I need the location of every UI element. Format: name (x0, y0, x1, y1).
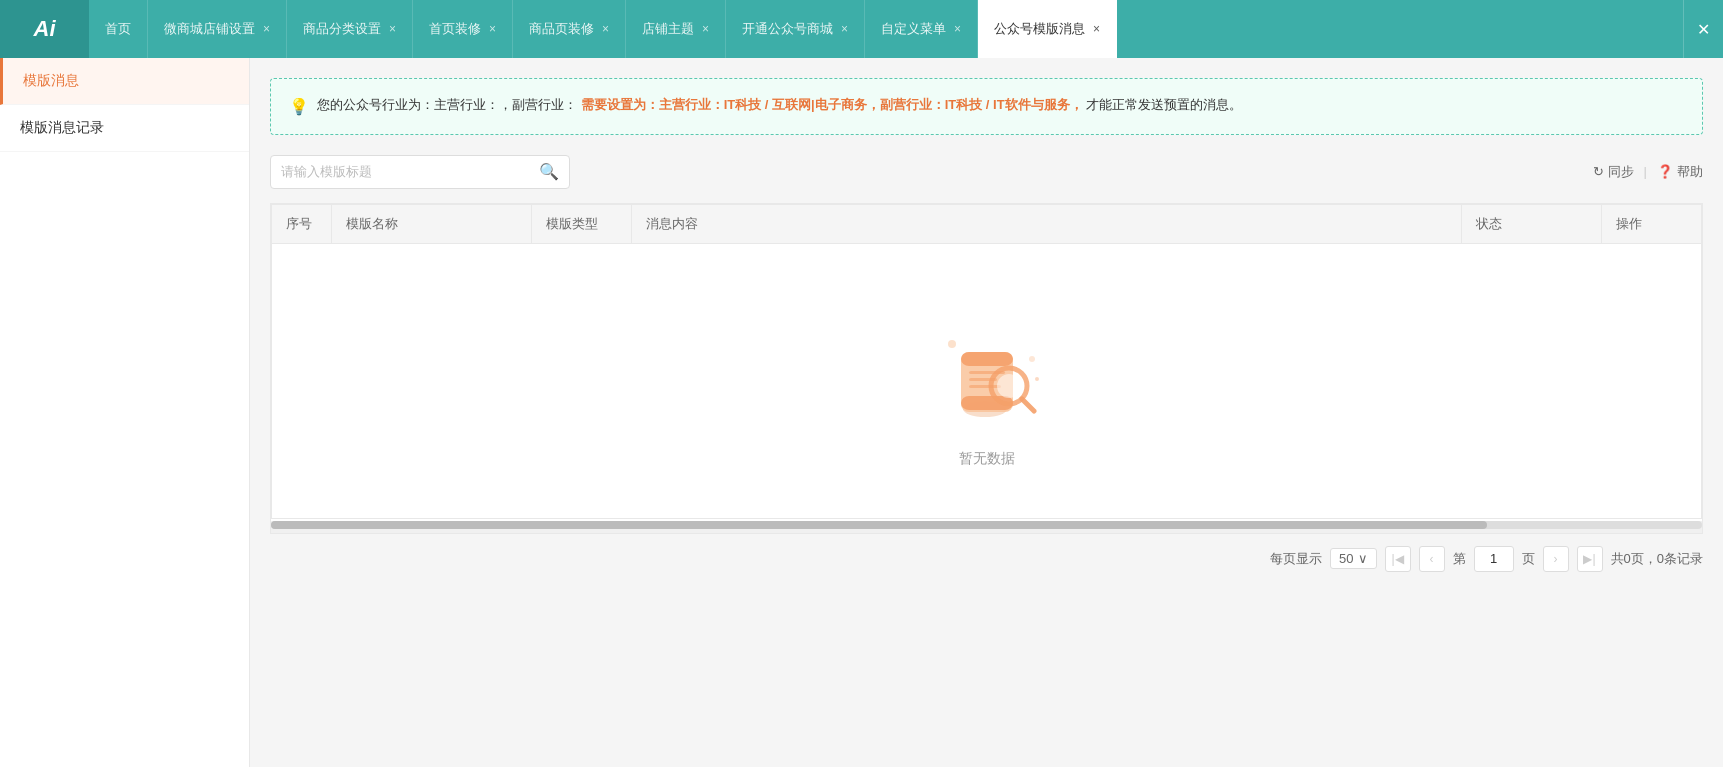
svg-point-11 (1029, 356, 1035, 362)
nav-tab-custom-menu[interactable]: 自定义菜单× (865, 0, 978, 58)
page-size-label: 每页显示 (1270, 550, 1322, 568)
data-table: 序号模版名称模版类型消息内容状态操作 (271, 204, 1702, 519)
toolbar-right: ↻ 同步 | ❓ 帮助 (1593, 163, 1703, 181)
sidebar: 模版消息模版消息记录 (0, 58, 250, 767)
close-tab-icon[interactable]: × (263, 22, 270, 36)
scrollbar-thumb (271, 521, 1487, 529)
svg-rect-2 (961, 352, 1013, 366)
next-page-button[interactable]: › (1543, 546, 1569, 572)
search-button[interactable]: 🔍 (539, 162, 559, 181)
nav-tab-home[interactable]: 首页 (89, 0, 148, 58)
top-nav: Ai 首页微商城店铺设置×商品分类设置×首页装修×商品页装修×店铺主题×开通公众… (0, 0, 1723, 58)
notice-icon: 💡 (289, 94, 309, 120)
toolbar-divider: | (1644, 164, 1647, 179)
nav-tab-micro-shop[interactable]: 微商城店铺设置× (148, 0, 287, 58)
col-header-index: 序号 (272, 204, 332, 243)
nav-tab-store-theme[interactable]: 店铺主题× (626, 0, 726, 58)
nav-tab-template-msg[interactable]: 公众号模版消息× (978, 0, 1117, 58)
svg-point-8 (997, 374, 1021, 398)
help-button[interactable]: ❓ 帮助 (1657, 163, 1703, 181)
notice-banner: 💡 您的公众号行业为：主营行业：，副营行业： 需要设置为：主营行业：IT科技 /… (270, 78, 1703, 135)
content-area: 💡 您的公众号行业为：主营行业：，副营行业： 需要设置为：主营行业：IT科技 /… (250, 58, 1723, 767)
scrollbar-track (271, 521, 1702, 529)
notice-highlight: 需要设置为：主营行业：IT科技 / 互联网|电子商务，副营行业：IT科技 / I… (581, 97, 1083, 112)
svg-rect-6 (969, 385, 1001, 388)
close-tab-icon[interactable]: × (1093, 22, 1100, 36)
close-tab-icon[interactable]: × (702, 22, 709, 36)
svg-point-10 (948, 340, 956, 348)
col-header-action: 操作 (1602, 204, 1702, 243)
table-empty-row: 暂无数据 (272, 243, 1702, 518)
empty-illustration (927, 314, 1047, 434)
col-header-status: 状态 (1462, 204, 1602, 243)
nav-tab-product-decor[interactable]: 商品页装修× (513, 0, 626, 58)
current-page-input[interactable] (1474, 546, 1514, 572)
table-header: 序号模版名称模版类型消息内容状态操作 (272, 204, 1702, 243)
nav-tabs: 首页微商城店铺设置×商品分类设置×首页装修×商品页装修×店铺主题×开通公众号商城… (89, 0, 1683, 58)
col-header-name: 模版名称 (332, 204, 532, 243)
total-label: 共0页，0条记录 (1611, 550, 1703, 568)
help-icon: ❓ (1657, 164, 1673, 179)
close-tab-icon[interactable]: × (489, 22, 496, 36)
app-logo: Ai (0, 0, 89, 58)
sidebar-item-template-message-log[interactable]: 模版消息记录 (0, 105, 249, 152)
search-row: 🔍 ↻ 同步 | ❓ 帮助 (270, 155, 1703, 189)
search-input-wrap: 🔍 (270, 155, 570, 189)
main-layout: 模版消息模版消息记录 💡 您的公众号行业为：主营行业：，副营行业： 需要设置为：… (0, 58, 1723, 767)
close-tab-icon[interactable]: × (602, 22, 609, 36)
sidebar-item-template-message[interactable]: 模版消息 (0, 58, 249, 105)
table-empty-cell: 暂无数据 (272, 243, 1702, 518)
close-all-tabs-button[interactable]: ✕ (1683, 0, 1723, 58)
page-size-chevron-icon: ∨ (1358, 551, 1368, 566)
table-container: 序号模版名称模版类型消息内容状态操作 (270, 203, 1703, 534)
close-tab-icon[interactable]: × (954, 22, 961, 36)
table-body: 暂无数据 (272, 243, 1702, 518)
nav-tab-product-category[interactable]: 商品分类设置× (287, 0, 413, 58)
page-unit: 页 (1522, 550, 1535, 568)
nav-tab-open-public-shop[interactable]: 开通公众号商城× (726, 0, 865, 58)
sync-icon: ↻ (1593, 164, 1604, 179)
svg-line-9 (1022, 399, 1034, 411)
prev-page-button[interactable]: ‹ (1419, 546, 1445, 572)
nav-tab-home-decor[interactable]: 首页装修× (413, 0, 513, 58)
first-page-button[interactable]: |◀ (1385, 546, 1411, 572)
sync-button[interactable]: ↻ 同步 (1593, 163, 1634, 181)
empty-text: 暂无数据 (959, 450, 1015, 468)
last-page-button[interactable]: ▶| (1577, 546, 1603, 572)
table-header-row: 序号模版名称模版类型消息内容状态操作 (272, 204, 1702, 243)
search-input[interactable] (281, 164, 539, 179)
col-header-type: 模版类型 (532, 204, 632, 243)
notice-text: 您的公众号行业为：主营行业：，副营行业： 需要设置为：主营行业：IT科技 / 互… (317, 93, 1242, 116)
close-tab-icon[interactable]: × (841, 22, 848, 36)
empty-state: 暂无数据 (286, 254, 1687, 508)
svg-point-12 (1035, 377, 1039, 381)
page-size-value: 50 (1339, 551, 1353, 566)
page-size-select[interactable]: 50 ∨ (1330, 548, 1376, 569)
pagination-row: 每页显示 50 ∨ |◀ ‹ 第 页 › ▶| 共0页，0条记录 (270, 534, 1703, 576)
col-header-content: 消息内容 (632, 204, 1462, 243)
page-word: 第 (1453, 550, 1466, 568)
scrollbar-area[interactable] (271, 521, 1702, 533)
close-tab-icon[interactable]: × (389, 22, 396, 36)
